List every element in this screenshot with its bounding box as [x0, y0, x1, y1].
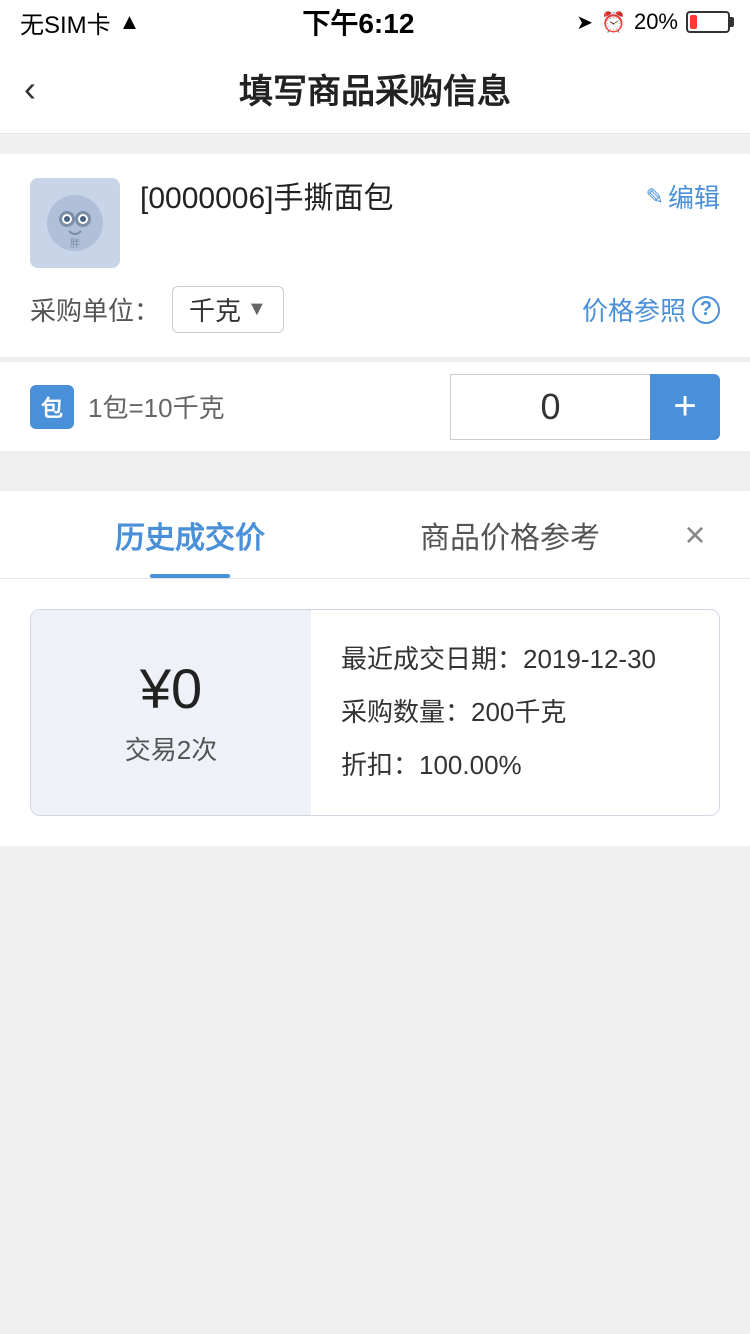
price-value: 0: [171, 657, 202, 720]
separator: [0, 451, 750, 471]
price-ref-button[interactable]: 价格参照 ?: [582, 291, 720, 328]
status-bar: 无SIM卡 ▲ 下午6:12 ➤ ⏰ 20%: [0, 0, 750, 44]
qty-label-group: 包 1包=10千克: [30, 385, 225, 429]
price-ref-help-icon: ?: [692, 296, 720, 324]
tab-history-label: 历史成交价: [115, 513, 265, 557]
product-meta-row: 采购单位： 千克 ▼ 价格参照 ?: [30, 286, 720, 333]
history-price-content: ¥0 交易2次 最近成交日期：2019-12-30 采购数量：200千克 折扣：…: [0, 579, 750, 846]
recent-date-value: 2019-12-30: [523, 644, 656, 674]
quantity-value: 0: [540, 386, 560, 428]
back-button[interactable]: ‹: [24, 68, 36, 110]
price-amount: ¥0: [140, 658, 202, 720]
package-equation: 1包=10千克: [88, 388, 225, 425]
tab-active-indicator: [150, 574, 230, 578]
page-title: 填写商品采购信息: [239, 64, 511, 113]
tab-history-price[interactable]: 历史成交价: [30, 491, 350, 578]
product-name: [0000006]手撕面包: [140, 178, 393, 220]
purchase-qty-label: 采购数量：: [341, 697, 471, 727]
discount-value: 100.00%: [419, 750, 522, 780]
tab-panel: 历史成交价 商品价格参考 × ¥0 交易2次 最近成交日期：2019-12-30: [0, 491, 750, 846]
battery-percent: 20%: [634, 9, 678, 35]
unit-chevron-icon: ▼: [247, 298, 267, 321]
navigation-bar: ‹ 填写商品采购信息: [0, 44, 750, 134]
purchase-qty-row: 采购数量：200千克: [341, 693, 689, 732]
recent-date-label: 最近成交日期：: [341, 644, 523, 674]
tab-close-button[interactable]: ×: [670, 510, 720, 560]
package-label: 包: [41, 391, 63, 423]
product-thumbnail: 胖: [30, 178, 120, 268]
discount-row: 折扣：100.00%: [341, 746, 689, 785]
quantity-plus-button[interactable]: +: [650, 374, 720, 440]
tab-product-price-ref[interactable]: 商品价格参考: [350, 491, 670, 578]
price-card: ¥0 交易2次 最近成交日期：2019-12-30 采购数量：200千克 折扣：…: [30, 609, 720, 816]
product-card: 胖 [0000006]手撕面包 ✎ 编辑 采购单位： 千克 ▼ 价格参照 ?: [0, 154, 750, 357]
qty-controls: 0 +: [450, 374, 720, 440]
status-time: 下午6:12: [302, 2, 414, 42]
price-summary: ¥0 交易2次: [31, 610, 311, 815]
product-header: 胖 [0000006]手撕面包 ✎ 编辑: [30, 178, 720, 268]
price-transactions: 交易2次: [125, 730, 217, 767]
tab-price-ref-label: 商品价格参考: [420, 513, 600, 557]
quantity-section: 包 1包=10千克 0 +: [0, 361, 750, 451]
battery-icon: [686, 11, 730, 33]
quantity-input[interactable]: 0: [450, 374, 650, 440]
carrier-text: 无SIM卡: [20, 5, 111, 40]
unit-row: 采购单位： 千克 ▼: [30, 286, 284, 333]
price-ref-label: 价格参照: [582, 291, 686, 328]
currency-symbol: ¥: [140, 657, 171, 720]
alarm-icon: ⏰: [601, 10, 626, 35]
status-left: 无SIM卡 ▲: [20, 5, 140, 40]
tab-header: 历史成交价 商品价格参考 ×: [0, 491, 750, 579]
recent-date-row: 最近成交日期：2019-12-30: [341, 640, 689, 679]
unit-select[interactable]: 千克 ▼: [172, 286, 284, 333]
product-info: [0000006]手撕面包 ✎ 编辑: [140, 178, 720, 220]
purchase-qty-value: 200千克: [471, 697, 566, 727]
location-icon: ➤: [576, 10, 593, 35]
status-right: ➤ ⏰ 20%: [576, 9, 730, 35]
edit-button[interactable]: ✎ 编辑: [646, 178, 720, 215]
discount-label: 折扣：: [341, 750, 419, 780]
package-icon: 包: [30, 385, 74, 429]
price-details: 最近成交日期：2019-12-30 采购数量：200千克 折扣：100.00%: [311, 610, 719, 815]
svg-text:胖: 胖: [70, 238, 80, 250]
wifi-icon: ▲: [119, 9, 141, 35]
unit-value: 千克: [189, 291, 241, 328]
unit-label: 采购单位：: [30, 291, 160, 328]
